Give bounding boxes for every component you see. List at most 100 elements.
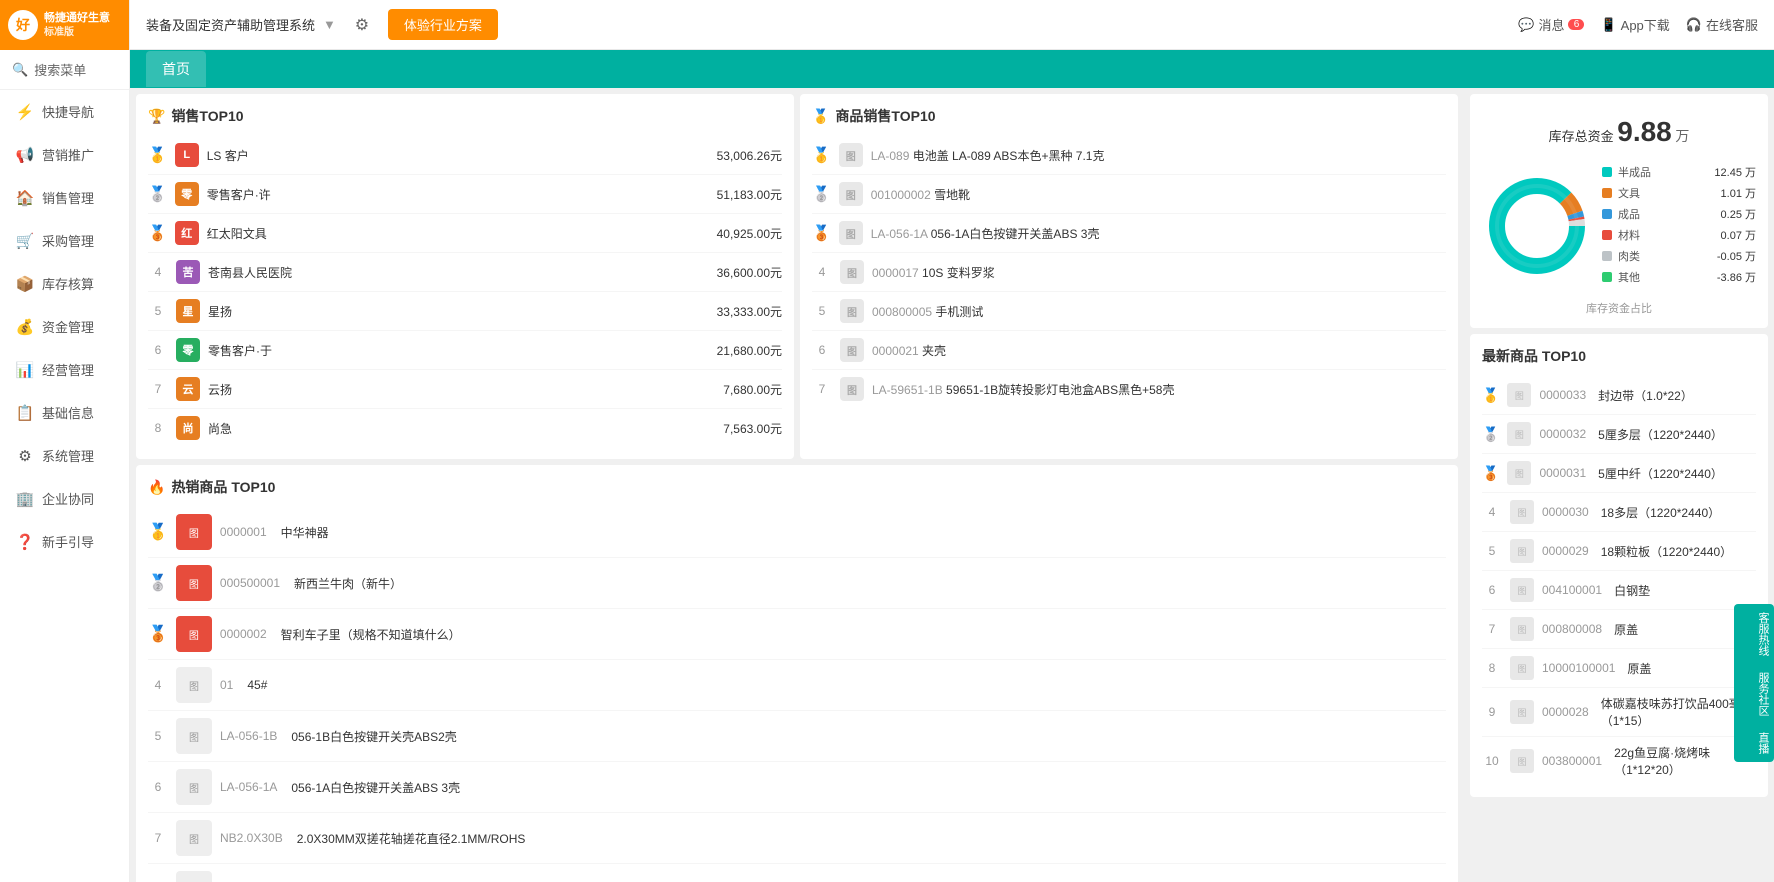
sidebar-logo: 好 畅捷通好生意 标准版 xyxy=(0,0,129,50)
inventory-total: 库存总资金 9.88 万 xyxy=(1482,106,1756,158)
customer-value: 21,680.00元 xyxy=(717,342,782,359)
list-item: 🥉 红 红太阳文具 40,925.00元 xyxy=(148,214,782,253)
list-item: 🥈 图 000500001 新西兰牛肉（新牛） xyxy=(148,558,1446,609)
customer-value: 7,680.00元 xyxy=(723,381,782,398)
product-info: 000800005 手机测试 xyxy=(872,303,1446,320)
sidebar-item-finance[interactable]: 💰资金管理 xyxy=(0,305,129,348)
product-image: 图 xyxy=(176,514,212,550)
list-item: 9 图 0000028 体碳嘉枝味苏打饮品400毫升（1*15） xyxy=(1482,688,1756,737)
newest-products-card: 最新商品 TOP10 🥇 图 0000033 封边带（1.0*22） 🥈 图 0… xyxy=(1470,334,1768,797)
product-name: 体碳嘉枝味苏打饮品400毫升（1*15） xyxy=(1601,695,1756,729)
rank-icon: 🥇 xyxy=(148,522,168,542)
tab-home[interactable]: 首页 xyxy=(146,51,206,87)
product-code: LA-056-1B xyxy=(220,729,277,743)
product-image-placeholder: 图 xyxy=(176,718,212,754)
sidebar-item-enterprise[interactable]: 🏢企业协同 xyxy=(0,477,129,520)
sidebar-item-operation[interactable]: 📊经营管理 xyxy=(0,348,129,391)
inventory-ratio-label: 库存资金占比 xyxy=(1482,300,1756,316)
list-item: 🥉 图 0000002 智利车子里（规格不知道填什么） xyxy=(148,609,1446,660)
product-code: 004100001 xyxy=(1542,583,1602,597)
float-btn-1[interactable]: 服务社区 xyxy=(1734,664,1774,724)
gold-medal-icon: 🥇 xyxy=(812,146,831,164)
panel-center: 🏆 销售TOP10 🥇 L LS 客户 53,006.26元 🥈 零 零售客户·… xyxy=(130,88,1464,882)
product-img: 图 xyxy=(840,338,864,362)
legend-color xyxy=(1602,167,1612,177)
legend-name: 文具 xyxy=(1618,185,1715,201)
product-name: 5厘中纤（1220*2440） xyxy=(1598,465,1723,482)
product-name: 智利车子里（规格不知道填什么） xyxy=(281,626,461,643)
avatar: L xyxy=(175,143,199,167)
app-download-button[interactable]: 📱 App下载 xyxy=(1600,15,1669,34)
sidebar-item-newbie[interactable]: ❓新手引导 xyxy=(0,520,129,563)
online-service-button[interactable]: 🎧 在线客服 xyxy=(1686,15,1758,34)
top-tables: 🏆 销售TOP10 🥇 L LS 客户 53,006.26元 🥈 零 零售客户·… xyxy=(136,94,1458,459)
product-code: 000800008 xyxy=(1542,622,1602,636)
float-btn-2[interactable]: 直播 xyxy=(1734,724,1774,762)
content-area: 🏆 销售TOP10 🥇 L LS 客户 53,006.26元 🥈 零 零售客户·… xyxy=(130,88,1774,882)
product-code: 0000029 xyxy=(1542,544,1589,558)
message-button[interactable]: 💬 消息 6 xyxy=(1518,15,1584,34)
product-info: 0000017 10S 变料罗浆 xyxy=(872,264,1446,281)
sidebar-item-system[interactable]: ⚙系统管理 xyxy=(0,434,129,477)
sidebar-search[interactable]: 🔍 搜索菜单 xyxy=(0,50,129,90)
list-item: 5 图 LA-056-1B 056-1B白色按键开关壳ABS2壳 xyxy=(148,711,1446,762)
legend-item: 成品 0.25 万 xyxy=(1602,206,1756,222)
customer-value: 53,006.26元 xyxy=(717,147,782,164)
product-img: 图 xyxy=(840,260,864,284)
quick-nav-icon: ⚡ xyxy=(16,103,34,121)
float-btn-0[interactable]: 客服热线 xyxy=(1734,604,1774,664)
legend-color xyxy=(1602,188,1612,198)
operation-icon: 📊 xyxy=(16,361,34,379)
sidebar-item-quick-nav[interactable]: ⚡快捷导航 xyxy=(0,90,129,133)
newest-products-title: 最新商品 TOP10 xyxy=(1482,346,1756,366)
finance-icon: 💰 xyxy=(16,318,34,336)
customer-name: 苍南县人民医院 xyxy=(208,264,709,281)
product-img: 图 xyxy=(840,299,864,323)
try-button[interactable]: 体验行业方案 xyxy=(388,9,498,40)
product-code: 0000033 xyxy=(1539,388,1586,402)
legend-value: 0.07 万 xyxy=(1721,227,1756,243)
legend-item: 半成品 12.45 万 xyxy=(1602,164,1756,180)
product-image-placeholder: 图 xyxy=(1507,422,1531,446)
settings-icon[interactable]: ⚙ xyxy=(348,11,376,39)
avatar: 零 xyxy=(175,182,199,206)
product-name: 原盖 xyxy=(1614,621,1638,638)
inventory-value: 9.88 xyxy=(1617,116,1672,147)
list-item: 8 尚 尚急 7,563.00元 xyxy=(148,409,782,447)
customer-value: 51,183.00元 xyxy=(717,186,782,203)
customer-name: 云扬 xyxy=(208,381,715,398)
product-code: LA-056-1A xyxy=(220,780,277,794)
bronze-medal-icon: 🥉 xyxy=(812,224,831,242)
sales-icon: 🏠 xyxy=(16,189,34,207)
legend-value: 0.25 万 xyxy=(1721,206,1756,222)
list-item: 7 图 000800008 原盖 xyxy=(1482,610,1756,649)
list-item: 4 图 01 45# xyxy=(148,660,1446,711)
product-img: 图 xyxy=(840,377,864,401)
list-item: 10 图 003800001 22g鱼豆腐·烧烤味（1*12*20） xyxy=(1482,737,1756,785)
product-name: 原盖 xyxy=(1627,660,1651,677)
product-name: 封边带（1.0*22） xyxy=(1598,387,1693,404)
sidebar-item-inventory[interactable]: 📦库存核算 xyxy=(0,262,129,305)
sidebar-item-marketing[interactable]: 📢营销推广 xyxy=(0,133,129,176)
inventory-icon: 📦 xyxy=(16,275,34,293)
legend-list: 半成品 12.45 万 文具 1.01 万 成品 0.25 万 材料 0.07 … xyxy=(1602,164,1756,290)
product-code: NB2.0X30B xyxy=(220,831,283,845)
avatar: 云 xyxy=(176,377,200,401)
list-item: 4 苦 苍南县人民医院 36,600.00元 xyxy=(148,253,782,292)
legend-color xyxy=(1602,230,1612,240)
purchase-icon: 🛒 xyxy=(16,232,34,250)
gold-medal-icon: 🥇 xyxy=(148,146,167,164)
avatar: 星 xyxy=(176,299,200,323)
top-customers-card: 🏆 销售TOP10 🥇 L LS 客户 53,006.26元 🥈 零 零售客户·… xyxy=(136,94,794,459)
customer-value: 36,600.00元 xyxy=(717,264,782,281)
legend-color xyxy=(1602,251,1612,261)
sidebar-item-sales[interactable]: 🏠销售管理 xyxy=(0,176,129,219)
product-name: 2.0X30MM双搓花轴搓花直径2.1MM/ROHS xyxy=(297,830,526,847)
sidebar-item-basic[interactable]: 📋基础信息 xyxy=(0,391,129,434)
main-content: 装备及固定资产辅助管理系统 ▼ ⚙ 体验行业方案 💬 消息 6 📱 App下载 … xyxy=(130,0,1774,882)
sidebar-item-purchase[interactable]: 🛒采购管理 xyxy=(0,219,129,262)
newbie-icon: ❓ xyxy=(16,533,34,551)
product-name: 18多层（1220*2440） xyxy=(1601,504,1720,521)
top-customers-title: 🏆 销售TOP10 xyxy=(148,106,782,126)
silver-medal-icon: 🥈 xyxy=(812,185,831,203)
